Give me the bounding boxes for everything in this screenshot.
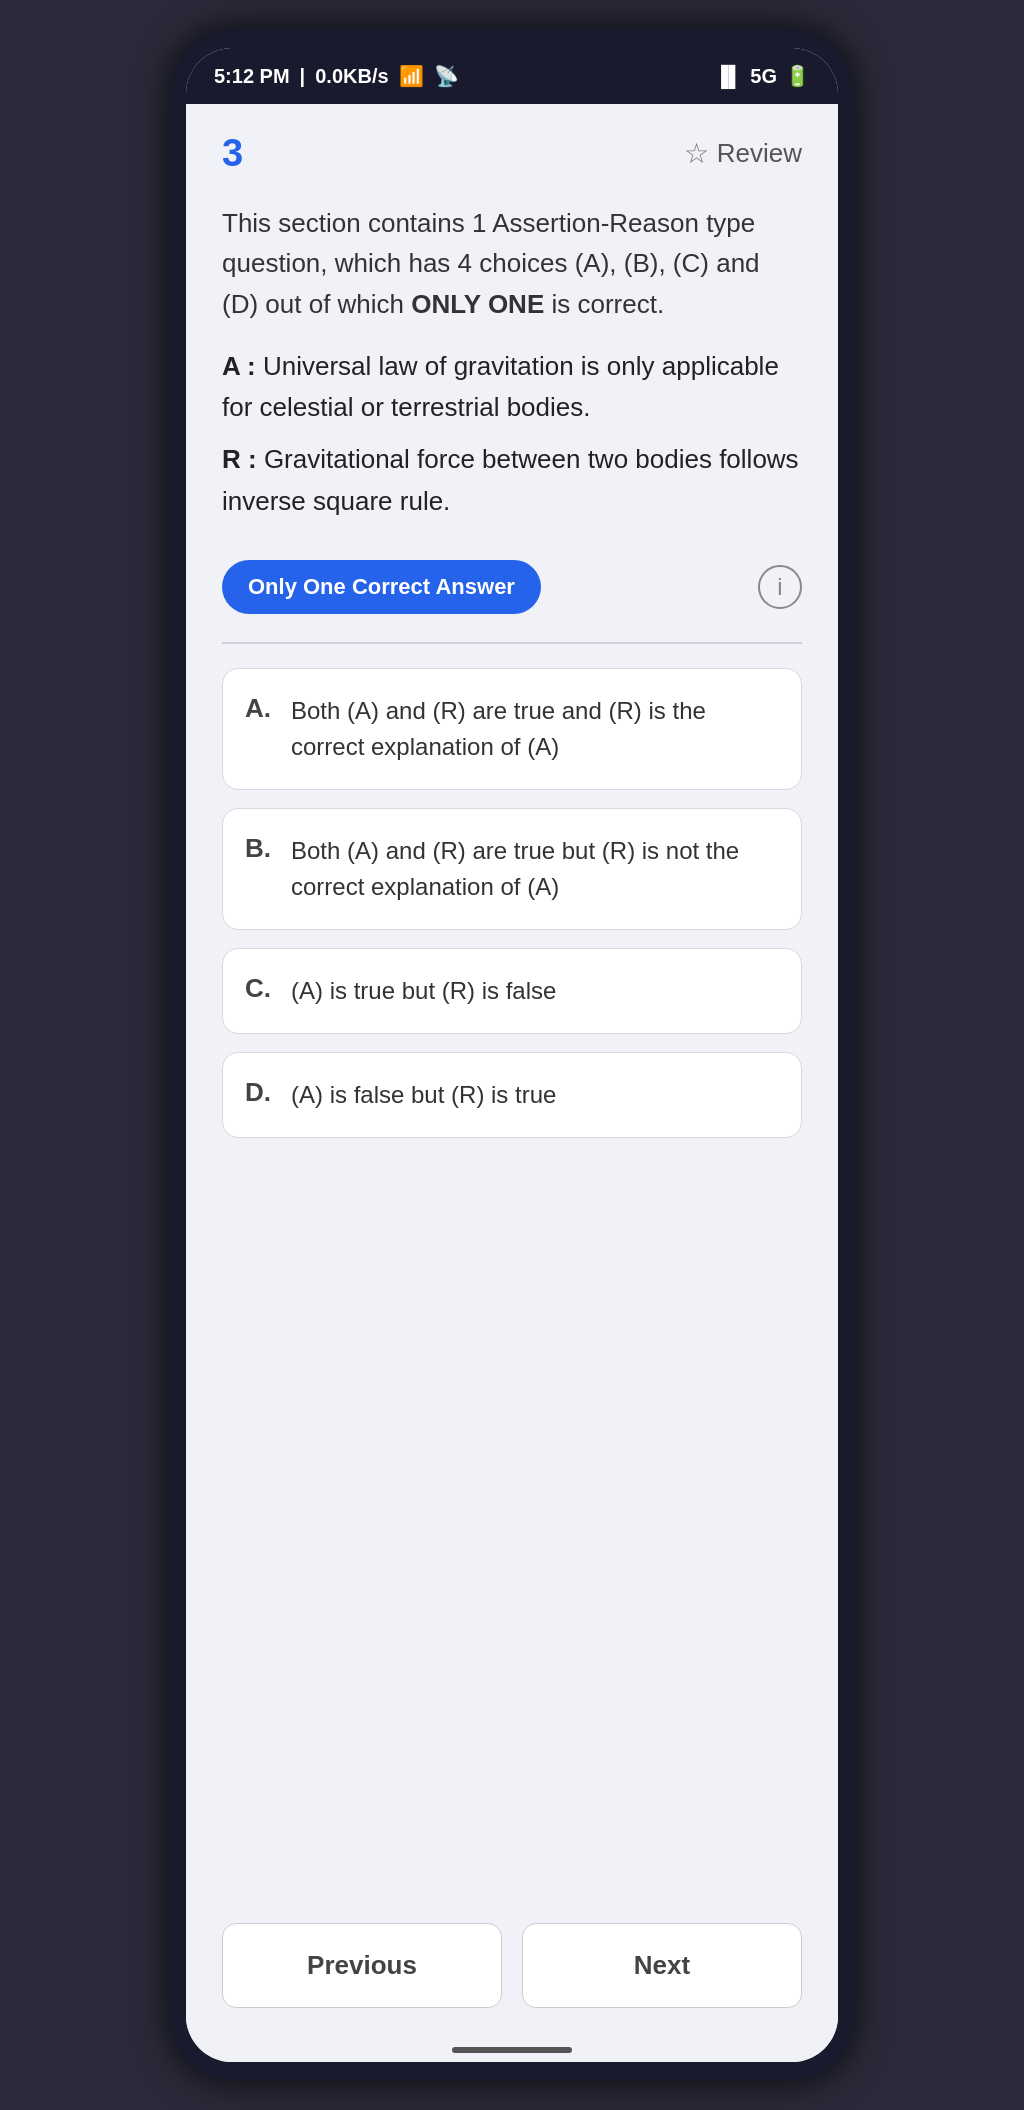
phone-screen: 5:12 PM | 0.0KB/s 📶 📡 ▐▌ 5G 🔋 3 ☆ Review (186, 48, 838, 2062)
option-c-text: (A) is true but (R) is false (291, 973, 556, 1009)
option-c-card[interactable]: C. (A) is true but (R) is false (222, 948, 802, 1034)
instructions-suffix: is correct. (544, 289, 664, 319)
reason-label: R : (222, 444, 257, 474)
status-left: 5:12 PM | 0.0KB/s 📶 📡 (214, 64, 459, 88)
option-a-text: Both (A) and (R) are true and (R) is the… (291, 693, 779, 765)
instructions-bold: ONLY ONE (411, 289, 544, 319)
home-bar (452, 2047, 572, 2053)
option-c-letter: C. (245, 973, 273, 1004)
reason-text: Gravitational force between two bodies f… (222, 444, 799, 516)
network-type: 5G (750, 65, 777, 88)
status-network: | (300, 65, 306, 88)
option-d-letter: D. (245, 1077, 273, 1108)
previous-button[interactable]: Previous (222, 1923, 502, 2008)
instructions-text: This section contains 1 Assertion-Reason… (222, 203, 802, 324)
bottom-navigation: Previous Next (222, 1907, 802, 2018)
home-indicator-area (186, 2038, 838, 2062)
option-d-card[interactable]: D. (A) is false but (R) is true (222, 1052, 802, 1138)
info-symbol: i (777, 573, 782, 601)
assertion-item: A : Universal law of gravitation is only… (222, 346, 802, 429)
network-bars-icon: ▐▌ (714, 65, 742, 88)
phone-frame: 5:12 PM | 0.0KB/s 📶 📡 ▐▌ 5G 🔋 3 ☆ Review (172, 30, 852, 2080)
answer-type-badge[interactable]: Only One Correct Answer (222, 560, 541, 614)
badge-row: Only One Correct Answer i (222, 560, 802, 614)
option-b-letter: B. (245, 833, 273, 864)
review-button[interactable]: ☆ Review (684, 137, 802, 170)
review-label: Review (717, 138, 802, 169)
assertion-text: Universal law of gravitation is only app… (222, 351, 779, 423)
reason-item: R : Gravitational force between two bodi… (222, 439, 802, 522)
battery-level: 🔋 (785, 64, 810, 88)
option-d-text: (A) is false but (R) is true (291, 1077, 556, 1113)
option-b-text: Both (A) and (R) are true but (R) is not… (291, 833, 779, 905)
status-time: 5:12 PM (214, 65, 290, 88)
info-icon[interactable]: i (758, 565, 802, 609)
star-icon: ☆ (684, 137, 709, 170)
wifi-icon: 📡 (434, 64, 459, 88)
header-row: 3 ☆ Review (222, 132, 802, 175)
signal-icon: 📶 (399, 64, 424, 88)
question-number: 3 (222, 132, 243, 175)
option-a-letter: A. (245, 693, 273, 724)
assertion-reason-block: A : Universal law of gravitation is only… (222, 346, 802, 532)
status-right: ▐▌ 5G 🔋 (714, 64, 810, 88)
option-b-card[interactable]: B. Both (A) and (R) are true but (R) is … (222, 808, 802, 930)
assertion-label: A : (222, 351, 256, 381)
section-divider (222, 642, 802, 644)
options-list: A. Both (A) and (R) are true and (R) is … (222, 668, 802, 1138)
content-area: 3 ☆ Review This section contains 1 Asser… (186, 104, 838, 2038)
status-data-speed: 0.0KB/s (315, 65, 388, 88)
next-button[interactable]: Next (522, 1923, 802, 2008)
status-bar: 5:12 PM | 0.0KB/s 📶 📡 ▐▌ 5G 🔋 (186, 48, 838, 104)
option-a-card[interactable]: A. Both (A) and (R) are true and (R) is … (222, 668, 802, 790)
